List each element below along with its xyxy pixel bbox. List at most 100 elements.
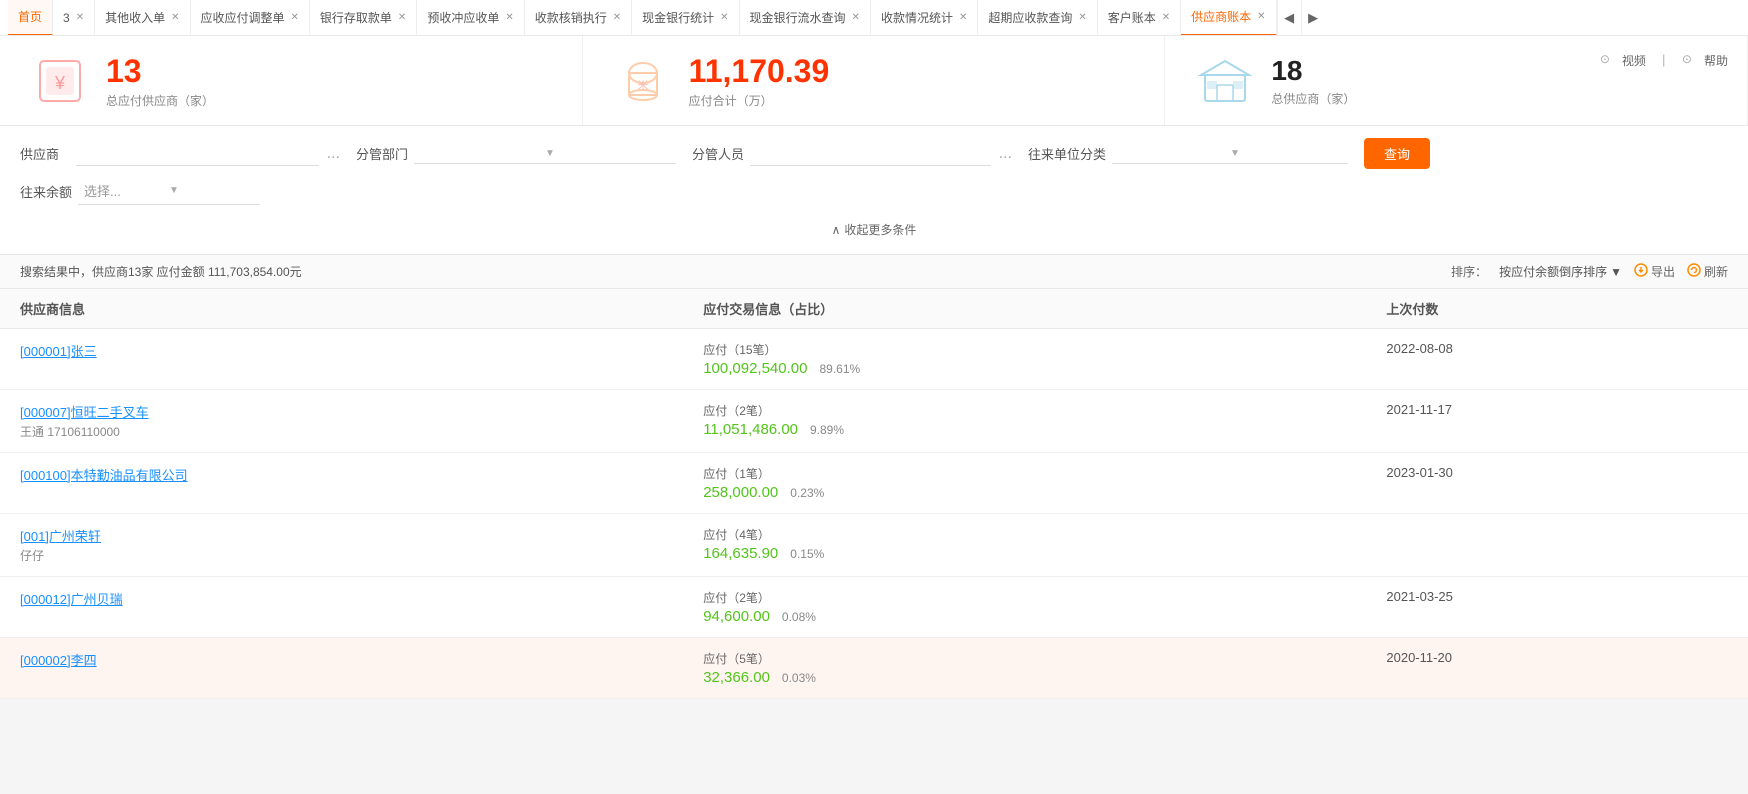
svg-text:¥: ¥ xyxy=(54,73,66,93)
video-link[interactable]: 视频 xyxy=(1622,52,1646,69)
person-filter-input[interactable] xyxy=(750,142,991,166)
supplier-cell-2: [000007]恒旺二手叉车 王通 17106110000 xyxy=(20,402,703,440)
table-row: [000007]恒旺二手叉车 王通 17106110000 应付（2笔） 11,… xyxy=(0,390,1748,453)
refresh-button[interactable]: 刷新 xyxy=(1687,263,1728,280)
filter-dept: 分管部门 ▼ xyxy=(356,144,676,164)
nav-tab-home[interactable]: 首页 xyxy=(8,0,53,36)
dept-filter-select[interactable]: ▼ xyxy=(414,144,676,164)
col-supplier-info: 供应商信息 xyxy=(20,299,703,318)
trans-amount-4: 164,635.90 xyxy=(703,545,778,562)
nav-tab-collection[interactable]: 收款核销执行 ✕ xyxy=(525,0,632,36)
supplier-icon: ¥ xyxy=(30,51,90,111)
supplier-cell-1: [000001]张三 xyxy=(20,341,703,360)
sort-arrow-icon: ▼ xyxy=(1610,265,1622,279)
supplier-link-5[interactable]: [000012]广州贝瑞 xyxy=(20,592,123,607)
nav-tab-overdue[interactable]: 超期应收款查询 ✕ xyxy=(978,0,1097,36)
data-table: 供应商信息 应付交易信息（占比） 上次付数 [000001]张三 应付（15笔）… xyxy=(0,289,1748,699)
nav-arrow-right[interactable]: ▶ xyxy=(1301,0,1325,36)
close-icon[interactable]: ✕ xyxy=(76,12,84,23)
supplier-filter-label: 供应商 xyxy=(20,144,70,163)
help-link[interactable]: 帮助 xyxy=(1704,52,1728,69)
trans-amount-2: 11,051,486.00 xyxy=(703,421,798,438)
trans-pct-5: 0.08% xyxy=(782,610,816,624)
collapse-label: 收起更多条件 xyxy=(844,221,916,238)
circle-icon2: ⊙ xyxy=(1682,52,1692,69)
trans-row-3: 258,000.00 0.23% xyxy=(703,484,1386,501)
close-icon[interactable]: ✕ xyxy=(959,12,967,23)
close-icon[interactable]: ✕ xyxy=(1257,11,1265,22)
close-icon[interactable]: ✕ xyxy=(398,12,406,23)
last-pay-date-6: 2020-11-20 xyxy=(1386,650,1452,665)
close-icon[interactable]: ✕ xyxy=(613,12,621,23)
sort-label: 排序： xyxy=(1451,263,1487,280)
trans-label-1: 应付（15笔） xyxy=(703,341,1386,358)
trans-label-4: 应付（4笔） xyxy=(703,526,1386,543)
filter-balance: 往来余额 选择... ▼ xyxy=(20,177,260,205)
sort-select[interactable]: 按应付余额倒序排序 ▼ xyxy=(1499,263,1622,280)
balance-filter-select[interactable]: 选择... ▼ xyxy=(78,177,260,205)
last-pay-cell-5: 2021-03-25 xyxy=(1386,589,1728,604)
trans-amount-5: 94,600.00 xyxy=(703,608,770,625)
payable-suppliers-number: 13 xyxy=(106,52,214,90)
nav-tab-recv-stat[interactable]: 收款情况统计 ✕ xyxy=(871,0,978,36)
close-icon[interactable]: ✕ xyxy=(1162,12,1170,23)
total-suppliers-label: 总供应商（家） xyxy=(1271,90,1355,107)
nav-tab-other-income[interactable]: 其他收入单 ✕ xyxy=(95,0,190,36)
nav-tab-adjust-label: 应收应付调整单 xyxy=(201,9,285,26)
trans-row-1: 100,092,540.00 89.61% xyxy=(703,360,1386,377)
close-icon[interactable]: ✕ xyxy=(505,12,513,23)
trans-pct-3: 0.23% xyxy=(790,486,824,500)
supplier-link-2[interactable]: [000007]恒旺二手叉车 xyxy=(20,405,149,420)
last-pay-cell-6: 2020-11-20 xyxy=(1386,650,1728,665)
supplier-link-1[interactable]: [000001]张三 xyxy=(20,344,97,359)
person-filter-label: 分管人员 xyxy=(692,144,744,163)
close-icon[interactable]: ✕ xyxy=(852,12,860,23)
category-filter-select[interactable]: ▼ xyxy=(1112,144,1348,164)
export-label: 导出 xyxy=(1651,263,1675,280)
nav-tab-cash-flow[interactable]: 现金银行流水查询 ✕ xyxy=(740,0,871,36)
last-pay-date-2: 2021-11-17 xyxy=(1386,402,1452,417)
dept-filter-label: 分管部门 xyxy=(356,144,408,163)
query-button[interactable]: 查询 xyxy=(1364,138,1430,169)
close-icon[interactable]: ✕ xyxy=(171,12,179,23)
trans-row-5: 94,600.00 0.08% xyxy=(703,608,1386,625)
supplier-link-4[interactable]: [001]广州荣轩 xyxy=(20,529,101,544)
last-pay-date-5: 2021-03-25 xyxy=(1386,589,1453,604)
table-row: [001]广州荣轩 仔仔 应付（4笔） 164,635.90 0.15% xyxy=(0,514,1748,577)
nav-tab-cash-stat[interactable]: 现金银行统计 ✕ xyxy=(632,0,739,36)
trans-amount-3: 258,000.00 xyxy=(703,484,778,501)
nav-tab-bank[interactable]: 银行存取款单 ✕ xyxy=(310,0,417,36)
supplier-filter-input[interactable] xyxy=(76,142,319,166)
collapse-button[interactable]: ∧ 收起更多条件 xyxy=(820,217,929,242)
supplier-cell-3: [000100]本特勤油品有限公司 xyxy=(20,465,703,484)
nav-arrow-left[interactable]: ◀ xyxy=(1277,0,1301,36)
close-icon[interactable]: ✕ xyxy=(291,12,299,23)
person-dots-icon[interactable]: ... xyxy=(999,145,1012,163)
total-suppliers-number: 18 xyxy=(1271,54,1355,88)
col-last-payment: 上次付数 xyxy=(1386,299,1728,318)
export-icon xyxy=(1634,263,1648,280)
nav-tab-bank-label: 银行存取款单 xyxy=(320,9,392,26)
chevron-down-icon: ▼ xyxy=(545,148,670,159)
filter-supplier: 供应商 ... xyxy=(20,142,340,166)
close-icon[interactable]: ✕ xyxy=(720,12,728,23)
transaction-cell-6: 应付（5笔） 32,366.00 0.03% xyxy=(703,650,1386,686)
nav-tab-prepay[interactable]: 预收冲应收单 ✕ xyxy=(417,0,524,36)
supplier-cell-4: [001]广州荣轩 仔仔 xyxy=(20,526,703,564)
nav-tab-adjust[interactable]: 应收应付调整单 ✕ xyxy=(191,0,310,36)
nav-tab-customer-book[interactable]: 客户账本 ✕ xyxy=(1098,0,1181,36)
nav-tab-customer-book-label: 客户账本 xyxy=(1108,9,1156,26)
supplier-dots-icon[interactable]: ... xyxy=(327,145,340,163)
supplier-link-3[interactable]: [000100]本特勤油品有限公司 xyxy=(20,468,188,483)
nav-tab-supplier-book[interactable]: 供应商账本 ✕ xyxy=(1181,0,1276,36)
table-header: 供应商信息 应付交易信息（占比） 上次付数 xyxy=(0,289,1748,329)
refresh-label: 刷新 xyxy=(1704,263,1728,280)
trans-label-2: 应付（2笔） xyxy=(703,402,1386,419)
result-actions: 排序： 按应付余额倒序排序 ▼ 导出 刷新 xyxy=(1451,263,1728,280)
close-icon[interactable]: ✕ xyxy=(1078,12,1086,23)
nav-tab-3[interactable]: 3 ✕ xyxy=(53,0,95,36)
filter-area: 供应商 ... 分管部门 ▼ 分管人员 ... 往来单位分类 ▼ 查询 xyxy=(0,126,1748,255)
export-button[interactable]: 导出 xyxy=(1634,263,1675,280)
payable-total-label: 应付合计（万） xyxy=(689,92,830,109)
supplier-link-6[interactable]: [000002]李四 xyxy=(20,653,97,668)
